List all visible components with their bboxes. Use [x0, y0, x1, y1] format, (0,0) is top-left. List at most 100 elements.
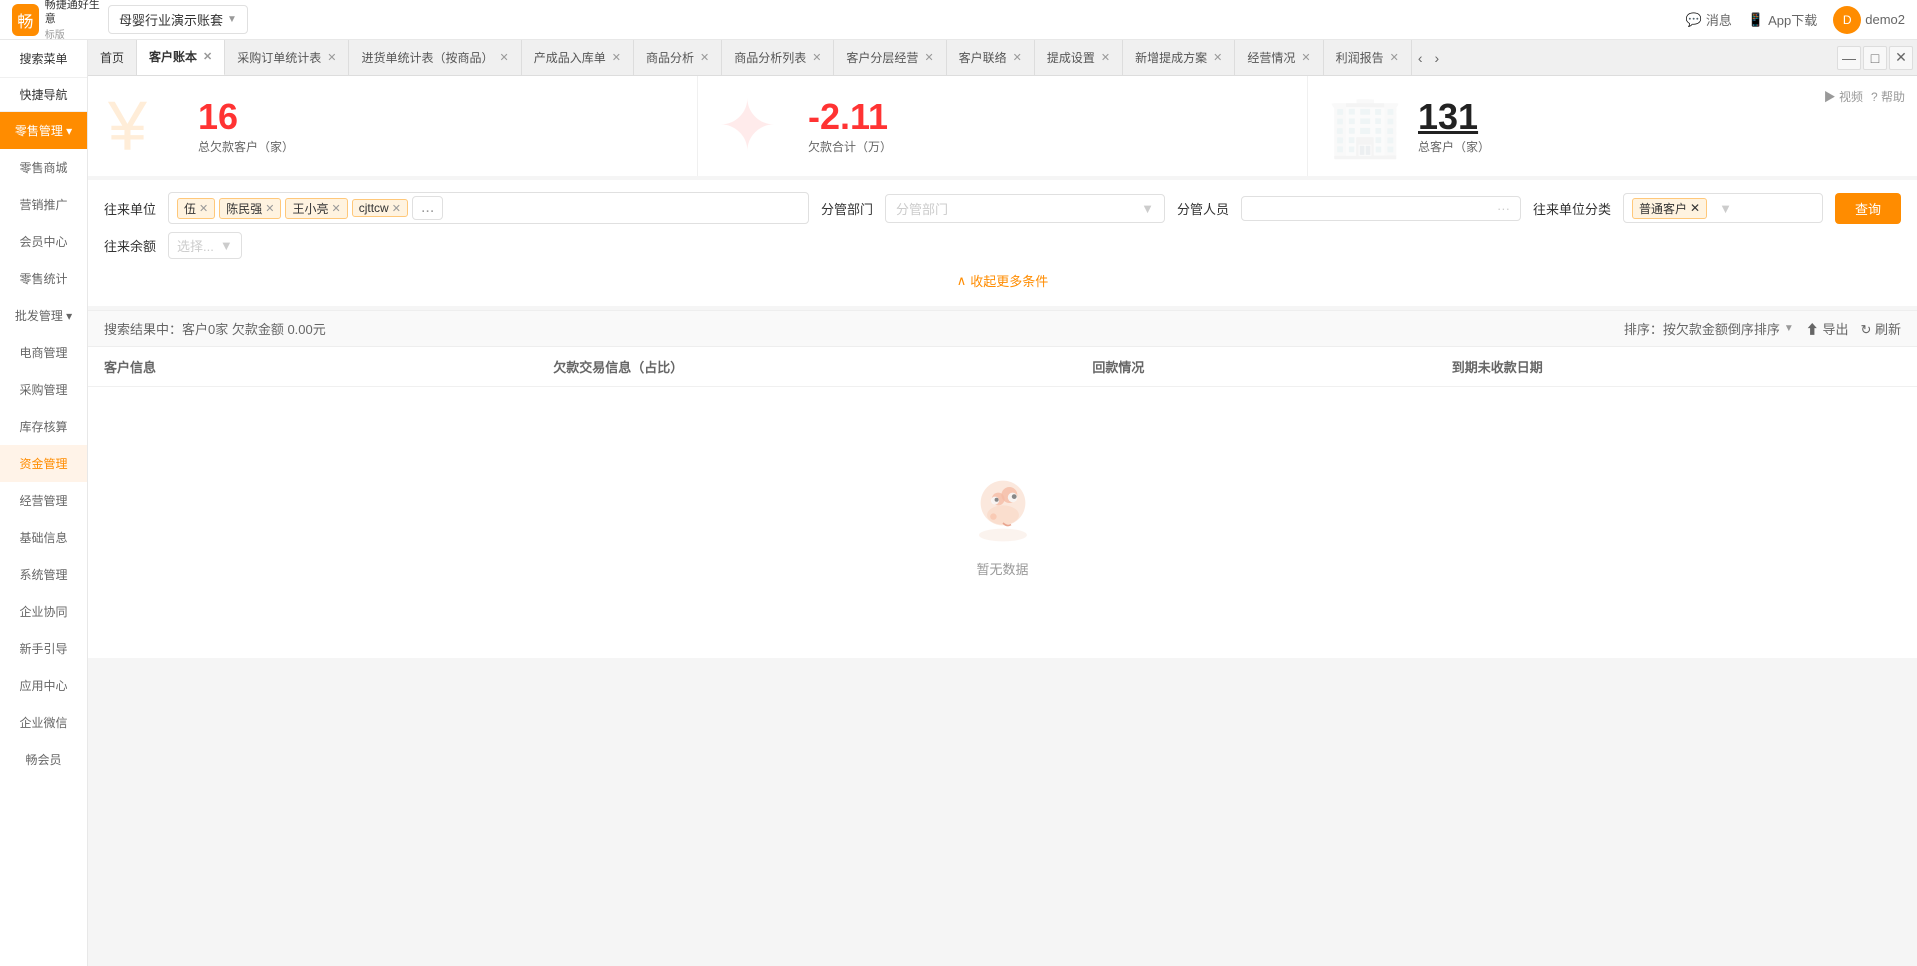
stats-row: ¥ 16 总欠款客户（家） ✦ -2.11 欠款合计（万） 🏢: [88, 76, 1917, 176]
close-icon[interactable]: ✕: [1213, 51, 1222, 64]
staff-filter-select[interactable]: ···: [1241, 196, 1521, 221]
filter-row-1: 往来单位 伍 ✕ 陈民强 ✕ 王小亮 ✕: [104, 192, 1901, 224]
tab-scroll-right[interactable]: ›: [1429, 40, 1446, 76]
sidebar-item-purchase-mgmt[interactable]: 采购管理: [0, 371, 87, 408]
collapse-filter-button[interactable]: ∧ 收起更多条件: [957, 267, 1049, 294]
sidebar-search[interactable]: 搜索菜单: [0, 40, 87, 78]
dept-filter-select[interactable]: 分管部门 ▼: [885, 194, 1165, 223]
video-help-button[interactable]: ▶ 视频: [1824, 88, 1863, 105]
empty-state: 暂无数据: [88, 387, 1917, 658]
app-download-button[interactable]: 📱 App下载: [1748, 10, 1817, 29]
sidebar-item-finance-mgmt[interactable]: 资金管理: [0, 445, 87, 482]
sidebar-item-operations-mgmt[interactable]: 经营管理: [0, 482, 87, 519]
unit-category-label: 往来单位分类: [1533, 199, 1611, 218]
tab-product-stock[interactable]: 产成品入库单 ✕: [522, 40, 634, 76]
table-header: 客户信息 欠款交易信息（占比） 回款情况 到期未收款日期: [88, 347, 1917, 387]
sidebar-item-enterprise-collab[interactable]: 企业协同: [0, 593, 87, 630]
close-icon[interactable]: ✕: [1101, 51, 1110, 64]
remove-normal-customer-tag[interactable]: ✕: [1690, 201, 1700, 215]
unit-category-tags[interactable]: 普通客户 ✕ ▼: [1623, 193, 1823, 223]
tab-commission-settings[interactable]: 提成设置 ✕: [1035, 40, 1123, 76]
help-links: ▶ 视频 ? 帮助: [1824, 88, 1905, 105]
sort-select[interactable]: 排序：按欠款金额倒序排序 ▼: [1624, 319, 1794, 338]
close-icon[interactable]: ✕: [1301, 51, 1310, 64]
tab-maximize-button[interactable]: □: [1863, 46, 1887, 70]
tab-close-button[interactable]: ✕: [1889, 46, 1913, 70]
sidebar-item-chang-member[interactable]: 畅会员: [0, 741, 87, 778]
tab-product-analysis[interactable]: 商品分析 ✕: [634, 40, 722, 76]
chevron-down-icon: ▼: [1141, 201, 1154, 216]
balance-filter-select[interactable]: 选择... ▼: [168, 232, 242, 259]
sidebar-item-system-mgmt[interactable]: 系统管理: [0, 556, 87, 593]
close-icon[interactable]: ✕: [612, 51, 621, 64]
sidebar-item-retail-mgmt[interactable]: 零售管理 ▾: [0, 112, 87, 149]
filter-tag-normal-customer[interactable]: 普通客户 ✕: [1632, 198, 1707, 219]
tab-label: 新增提成方案: [1135, 49, 1207, 66]
tab-home[interactable]: 首页: [88, 40, 137, 76]
content-area: 首页 客户账本 ✕ 采购订单统计表 ✕ 进货单统计表（按商品） ✕ 产成品入库单…: [88, 40, 1917, 966]
tab-business-situation[interactable]: 经营情况 ✕: [1235, 40, 1323, 76]
message-label: 消息: [1706, 10, 1732, 29]
main-layout: 搜索菜单 快捷导航 零售管理 ▾ 零售商城 营销推广 会员中心 零售统计 批发管…: [0, 40, 1917, 966]
close-icon[interactable]: ✕: [500, 51, 509, 64]
close-icon[interactable]: ✕: [700, 51, 709, 64]
query-button[interactable]: 查询: [1835, 193, 1901, 224]
export-button[interactable]: ⬆ 导出: [1806, 319, 1849, 338]
stat-card-customers: ¥ 16 总欠款客户（家）: [88, 76, 698, 176]
tab-new-commission-plan[interactable]: 新增提成方案 ✕: [1123, 40, 1235, 76]
staff-more-icon[interactable]: ···: [1497, 201, 1510, 216]
logo-icon: 畅: [12, 4, 39, 36]
remove-tag-chen[interactable]: ✕: [265, 202, 274, 215]
tab-customer-ledger[interactable]: 客户账本 ✕: [137, 40, 225, 76]
sidebar-item-basic-info[interactable]: 基础信息: [0, 519, 87, 556]
account-selector[interactable]: 母婴行业演示账套 ▼: [108, 5, 248, 34]
chevron-up-icon: ∧: [957, 273, 967, 289]
filter-tag-cjttcw[interactable]: cjttcw ✕: [352, 199, 408, 217]
close-icon[interactable]: ✕: [924, 51, 933, 64]
top-right-actions: 💬 消息 📱 App下载 D demo2: [1686, 6, 1905, 34]
sidebar-quick-nav[interactable]: 快捷导航: [0, 78, 87, 112]
tab-scroll-left[interactable]: ‹: [1412, 40, 1429, 76]
close-icon[interactable]: ✕: [1390, 51, 1399, 64]
tab-customer-layering[interactable]: 客户分层经营 ✕: [834, 40, 946, 76]
tab-minimize-button[interactable]: —: [1837, 46, 1861, 70]
tab-goods-stats[interactable]: 进货单统计表（按商品） ✕: [349, 40, 521, 76]
sidebar-item-wholesale-mgmt[interactable]: 批发管理 ▾: [0, 297, 87, 334]
sidebar-item-marketing[interactable]: 营销推广: [0, 186, 87, 223]
close-icon[interactable]: ✕: [203, 50, 212, 63]
sidebar-item-inventory[interactable]: 库存核算: [0, 408, 87, 445]
logo-text: 畅捷通好生意: [45, 0, 100, 26]
more-tags-button[interactable]: ...: [412, 196, 443, 220]
filter-tag-wang[interactable]: 王小亮 ✕: [285, 198, 347, 219]
sidebar-item-enterprise-wechat[interactable]: 企业微信: [0, 704, 87, 741]
close-icon[interactable]: ✕: [812, 51, 821, 64]
col-repayment: 回款情况: [1092, 357, 1451, 376]
filter-tag-chen[interactable]: 陈民强 ✕: [219, 198, 281, 219]
close-icon[interactable]: ✕: [327, 51, 336, 64]
message-button[interactable]: 💬 消息: [1686, 10, 1732, 29]
total-debt-customers-label: 总欠款客户（家）: [198, 138, 667, 155]
logo: 畅 畅捷通好生意 标版: [12, 0, 100, 41]
sidebar-item-retail-mall[interactable]: 零售商城: [0, 149, 87, 186]
tab-customer-contact[interactable]: 客户联络 ✕: [947, 40, 1035, 76]
remove-tag-wu[interactable]: ✕: [199, 202, 208, 215]
user-menu[interactable]: D demo2: [1833, 6, 1905, 34]
export-icon: ⬆: [1806, 322, 1819, 337]
sidebar-item-new-guide[interactable]: 新手引导: [0, 630, 87, 667]
unit-filter-tags[interactable]: 伍 ✕ 陈民强 ✕ 王小亮 ✕ cjttcw ✕: [168, 192, 809, 224]
filter-tag-wu[interactable]: 伍 ✕: [177, 198, 215, 219]
sidebar-item-ecommerce[interactable]: 电商管理: [0, 334, 87, 371]
sidebar-item-member-center[interactable]: 会员中心: [0, 223, 87, 260]
tab-profit-report[interactable]: 利润报告 ✕: [1324, 40, 1412, 76]
app-download-label: App下载: [1768, 10, 1817, 29]
sidebar-item-retail-stats[interactable]: 零售统计: [0, 260, 87, 297]
tab-product-analysis-list[interactable]: 商品分析列表 ✕: [722, 40, 834, 76]
remove-tag-wang[interactable]: ✕: [332, 202, 341, 215]
refresh-button[interactable]: ↻ 刷新: [1860, 319, 1901, 338]
user-name: demo2: [1865, 12, 1905, 27]
help-button[interactable]: ? 帮助: [1871, 88, 1905, 105]
tab-purchase-order-stats[interactable]: 采购订单统计表 ✕: [225, 40, 349, 76]
sidebar-item-app-center[interactable]: 应用中心: [0, 667, 87, 704]
close-icon[interactable]: ✕: [1013, 51, 1022, 64]
remove-tag-cjttcw[interactable]: ✕: [392, 202, 401, 215]
